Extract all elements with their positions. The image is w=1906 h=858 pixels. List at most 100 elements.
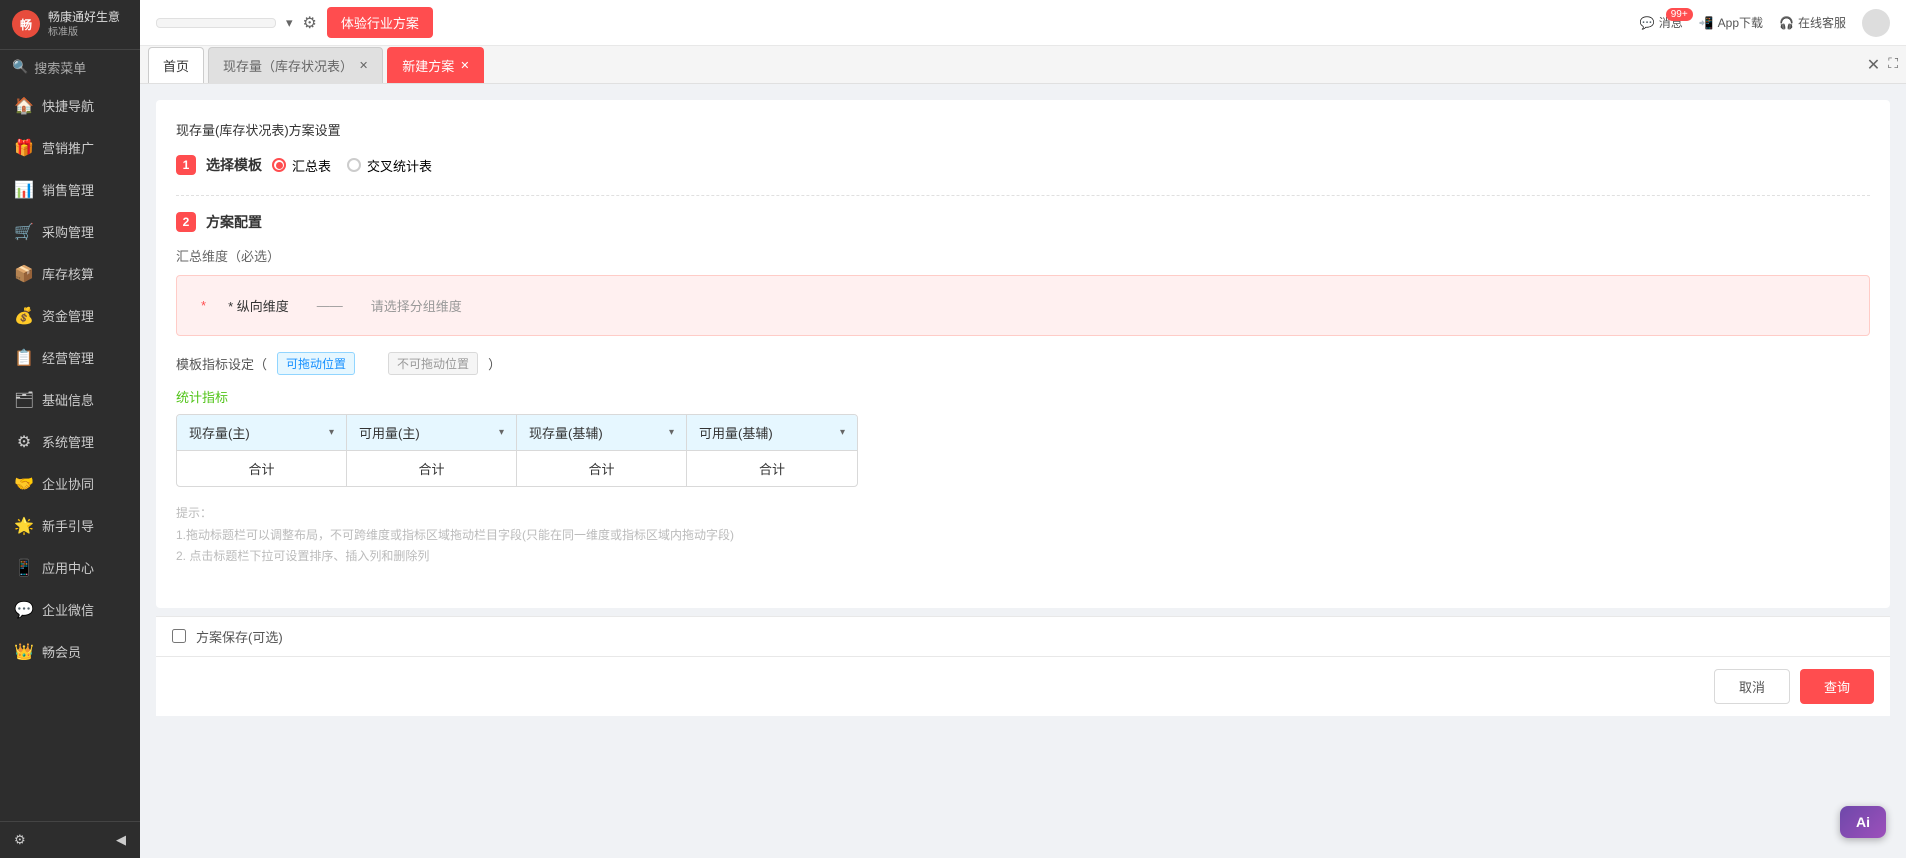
step2-header: 2 方案配置 [176, 212, 1870, 232]
online-service-btn[interactable]: 🎧 在线客服 [1779, 14, 1846, 31]
home-icon: 🏠 [14, 96, 34, 116]
tab-inventory-status[interactable]: 现存量（库存状况表） ✕ [208, 47, 383, 83]
sidebar-item-purchase[interactable]: 🛒 采购管理 [0, 211, 140, 253]
sidebar-item-marketing[interactable]: 🎁 营销推广 [0, 127, 140, 169]
query-button[interactable]: 查询 [1800, 669, 1874, 704]
chart-icon: 📊 [14, 180, 34, 200]
topbar-right: 💬 消息 99+ 📲 App下载 🎧 在线客服 [1640, 9, 1890, 37]
tab-new-plan[interactable]: 新建方案 ✕ [387, 47, 484, 83]
search-input[interactable] [156, 18, 276, 28]
sidebar-search[interactable]: 🔍 搜索菜单 [0, 50, 140, 85]
radio-crosstab[interactable]: 交叉统计表 [347, 156, 432, 175]
cell-subtotal-1: 合计 [347, 451, 517, 486]
step1-section: 1 选择模板 汇总表 交叉统计表 [176, 155, 1870, 175]
mobile-icon: 📱 [14, 558, 34, 578]
settings-footer-icon[interactable]: ⚙ [14, 832, 26, 848]
box-icon: 📦 [14, 264, 34, 284]
tips-title: 提示： [176, 506, 212, 520]
sidebar-logo: 畅 畅康通好生意 标准版 [0, 0, 140, 50]
col2-chevron[interactable]: ▾ [669, 427, 674, 438]
col0-chevron[interactable]: ▾ [329, 427, 334, 438]
radio-summary[interactable]: 汇总表 [272, 156, 331, 175]
radio-crosstab-circle [347, 158, 361, 172]
stats-table: 现存量(主) ▾ 可用量(主) ▾ 现存量(基辅) ▾ [176, 414, 858, 487]
page-title: 现存量(库存状况表)方案设置 [176, 120, 1870, 139]
required-star: * [201, 298, 206, 313]
money-icon: 💰 [14, 306, 34, 326]
col-available-qty-main[interactable]: 可用量(主) ▾ [347, 415, 517, 450]
tab-expand-icon[interactable]: ⛶ [1888, 55, 1898, 75]
sidebar-item-enterprise[interactable]: 🤝 企业协同 [0, 463, 140, 505]
headset-icon: 🎧 [1779, 16, 1794, 30]
topbar-left: ▾ ⚙ 体验行业方案 [156, 7, 1630, 38]
download-icon: 📲 [1699, 16, 1714, 30]
app-download-btn[interactable]: 📲 App下载 [1699, 14, 1763, 31]
message-btn[interactable]: 💬 消息 99+ [1640, 14, 1683, 31]
tab-new-plan-close-icon[interactable]: ✕ [460, 59, 469, 72]
col3-chevron[interactable]: ▾ [840, 427, 845, 438]
dimension-dash: —— [317, 298, 343, 313]
sidebar-item-sales[interactable]: 📊 销售管理 [0, 169, 140, 211]
sidebar-item-newcomer[interactable]: 🌟 新手引导 [0, 505, 140, 547]
handshake-icon: 🤝 [14, 474, 34, 494]
action-bar: 取消 查询 [156, 656, 1890, 716]
sidebar-footer: ⚙ ◀ [0, 821, 140, 858]
message-icon: 💬 [1640, 16, 1655, 30]
step2-section: 2 方案配置 汇总维度（必选） * * 纵向维度 —— 请选择分组维度 模板指标… [176, 212, 1870, 568]
star-icon: 🌟 [14, 516, 34, 536]
message-badge: 99+ [1666, 8, 1693, 21]
gear-icon: ⚙ [14, 432, 34, 452]
trial-btn[interactable]: 体验行业方案 [327, 7, 433, 38]
sidebar-item-finance[interactable]: 💰 资金管理 [0, 295, 140, 337]
dimension-placeholder: 请选择分组维度 [371, 296, 462, 315]
tab-inventory-close-icon[interactable]: ✕ [359, 59, 368, 72]
tab-home[interactable]: 首页 [148, 47, 204, 83]
col-current-qty-aux[interactable]: 现存量(基辅) ▾ [517, 415, 687, 450]
settings-topbar-icon[interactable]: ⚙ [303, 13, 317, 33]
sidebar-item-operation[interactable]: 📋 经营管理 [0, 337, 140, 379]
crown-icon: 👑 [14, 642, 34, 662]
step2-num: 2 [176, 212, 196, 232]
tab-close-window-icon[interactable]: ✕ [1867, 55, 1880, 75]
sidebar-item-member[interactable]: 👑 畅会员 [0, 631, 140, 673]
save-plan-label: 方案保存(可选) [196, 627, 283, 646]
dropdown-icon[interactable]: ▾ [286, 15, 293, 31]
collapse-icon[interactable]: ◀ [116, 832, 126, 848]
cancel-button[interactable]: 取消 [1714, 669, 1790, 704]
cell-subtotal-3: 合计 [687, 451, 857, 486]
step1-num: 1 [176, 155, 196, 175]
folder-icon: 🗂 [14, 390, 34, 410]
divider1 [176, 195, 1870, 196]
indicator-settings-row: 模板指标设定（ 可拖动位置 不可拖动位置 ） [176, 352, 1870, 375]
main-area: ▾ ⚙ 体验行业方案 💬 消息 99+ 📲 App下载 🎧 在线客服 首页 [140, 0, 1906, 858]
ai-button[interactable]: Ai [1840, 806, 1886, 838]
col-available-qty-aux[interactable]: 可用量(基辅) ▾ [687, 415, 857, 450]
tips-item-1: 2. 点击标题栏下拉可设置排序、插入列和删除列 [176, 546, 1870, 568]
logo-text: 畅康通好生意 标准版 [48, 10, 120, 39]
step1-header: 1 选择模板 汇总表 交叉统计表 [176, 155, 1870, 175]
stats-title: 统计指标 [176, 387, 1870, 406]
sidebar-item-quick-nav[interactable]: 🏠 快捷导航 [0, 85, 140, 127]
dimension-required-area: * * 纵向维度 —— 请选择分组维度 [176, 275, 1870, 336]
gift-icon: 🎁 [14, 138, 34, 158]
sidebar-item-base-info[interactable]: 🗂 基础信息 [0, 379, 140, 421]
cart-icon: 🛒 [14, 222, 34, 242]
wechat-icon: 💬 [14, 600, 34, 620]
avatar[interactable] [1862, 9, 1890, 37]
badge-movable: 可拖动位置 [277, 352, 355, 375]
stats-table-body: 合计 合计 合计 合计 [177, 451, 857, 486]
radio-summary-circle [272, 158, 286, 172]
settings-panel: 现存量(库存状况表)方案设置 1 选择模板 汇总表 交叉统计表 [156, 100, 1890, 608]
dimension-field-label: * 纵向维度 [228, 296, 289, 315]
clipboard-icon: 📋 [14, 348, 34, 368]
footer-bar: 方案保存(可选) [156, 616, 1890, 656]
template-radio-group: 汇总表 交叉统计表 [272, 156, 432, 175]
sidebar-item-enterprise-wechat[interactable]: 💬 企业微信 [0, 589, 140, 631]
logo-icon: 畅 [12, 10, 40, 38]
sidebar-item-app-center[interactable]: 📱 应用中心 [0, 547, 140, 589]
sidebar-item-inventory[interactable]: 📦 库存核算 [0, 253, 140, 295]
sidebar-item-system[interactable]: ⚙ 系统管理 [0, 421, 140, 463]
col-current-qty-main[interactable]: 现存量(主) ▾ [177, 415, 347, 450]
save-plan-checkbox[interactable] [172, 629, 186, 643]
col1-chevron[interactable]: ▾ [499, 427, 504, 438]
